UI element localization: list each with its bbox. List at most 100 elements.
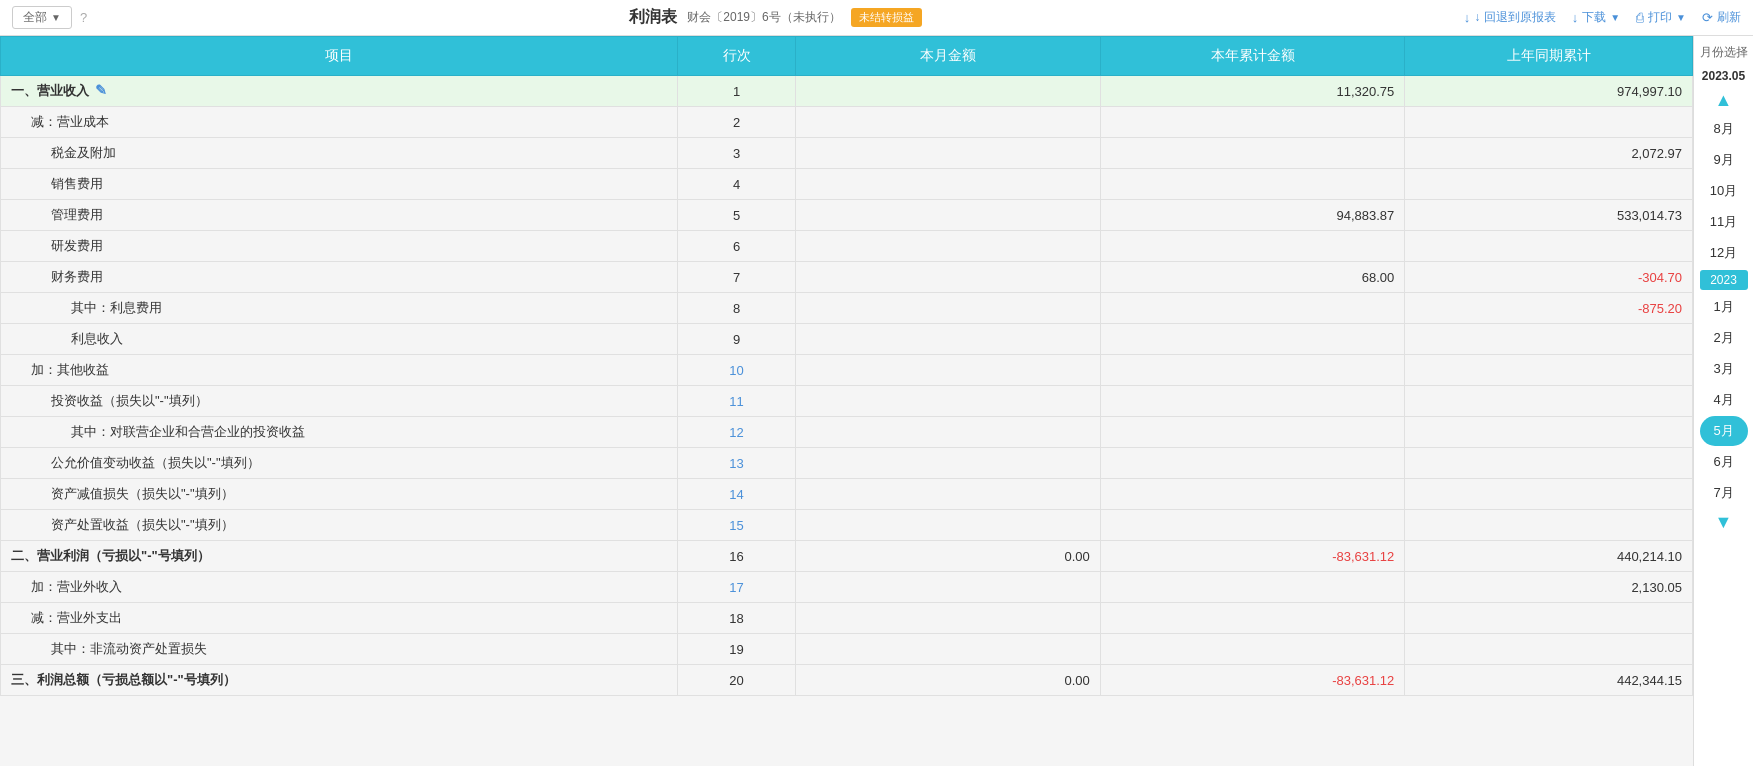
sidebar-month-10[interactable]: 5月	[1700, 416, 1748, 446]
sidebar-month-12[interactable]: 7月	[1700, 478, 1748, 508]
sidebar-month-0[interactable]: 8月	[1700, 114, 1748, 144]
td-row-14: 15	[677, 510, 795, 541]
sidebar-month-6[interactable]: 1月	[1700, 292, 1748, 322]
td-year-10	[1100, 386, 1405, 417]
td-month-11	[796, 417, 1101, 448]
report-title: 利润表	[629, 7, 677, 28]
td-item-11: 其中：对联营企业和合营企业的投资收益	[1, 417, 678, 448]
table-row: 加：营业外收入172,130.05	[1, 572, 1693, 603]
td-month-4	[796, 200, 1101, 231]
td-row-17: 18	[677, 603, 795, 634]
table-row: 研发费用6	[1, 231, 1693, 262]
td-lastyear-6: -304.70	[1405, 262, 1693, 293]
td-month-17	[796, 603, 1101, 634]
badge-unexec: 未结转损益	[851, 8, 922, 27]
table-area: 项目 行次 本月金额 本年累计金额 上年同期累计 一、营业收入✎111,320.…	[0, 36, 1693, 766]
edit-icon-0[interactable]: ✎	[95, 82, 107, 98]
td-row-11: 12	[677, 417, 795, 448]
td-lastyear-8	[1405, 324, 1693, 355]
refresh-icon: ⟳	[1702, 10, 1713, 25]
td-row-18: 19	[677, 634, 795, 665]
td-row-1: 2	[677, 107, 795, 138]
nav-print-button[interactable]: ⎙ 打印 ▼	[1636, 9, 1686, 26]
sidebar-month-11[interactable]: 6月	[1700, 447, 1748, 477]
table-row: 利息收入9	[1, 324, 1693, 355]
td-lastyear-9	[1405, 355, 1693, 386]
top-bar-right: ↓ ↓ 回退到原报表 ↓ 下载 ▼ ⎙ 打印 ▼ ⟳ 刷新	[1464, 9, 1741, 26]
td-lastyear-17	[1405, 603, 1693, 634]
td-item-19: 三、利润总额（亏损总额以"-"号填列）	[1, 665, 678, 696]
td-year-19: -83,631.12	[1100, 665, 1405, 696]
table-row: 资产处置收益（损失以"-"填列）15	[1, 510, 1693, 541]
td-lastyear-5	[1405, 231, 1693, 262]
table-row: 其中：非流动资产处置损失19	[1, 634, 1693, 665]
td-row-2: 3	[677, 138, 795, 169]
td-item-13: 资产减值损失（损失以"-"填列）	[1, 479, 678, 510]
td-month-7	[796, 293, 1101, 324]
td-lastyear-0: 974,997.10	[1405, 76, 1693, 107]
td-row-0: 1	[677, 76, 795, 107]
td-year-2	[1100, 138, 1405, 169]
help-icon[interactable]: ?	[80, 10, 87, 25]
td-month-18	[796, 634, 1101, 665]
table-row: 二、营业利润（亏损以"-"号填列）160.00-83,631.12440,214…	[1, 541, 1693, 572]
td-row-19: 20	[677, 665, 795, 696]
table-row: 管理费用594,883.87533,014.73	[1, 200, 1693, 231]
nav-download-button[interactable]: ↓ 下载 ▼	[1572, 9, 1620, 26]
td-row-4: 5	[677, 200, 795, 231]
report-subtitle: 财会〔2019〕6号（未执行）	[687, 9, 840, 26]
sidebar-months-container: 8月9月10月11月12月20231月2月3月4月5月6月7月	[1700, 113, 1748, 509]
td-lastyear-14	[1405, 510, 1693, 541]
td-month-13	[796, 479, 1101, 510]
table-header-row: 项目 行次 本月金额 本年累计金额 上年同期累计	[1, 37, 1693, 76]
td-item-8: 利息收入	[1, 324, 678, 355]
td-item-12: 公允价值变动收益（损失以"-"填列）	[1, 448, 678, 479]
td-item-9: 加：其他收益	[1, 355, 678, 386]
td-item-2: 税金及附加	[1, 138, 678, 169]
td-month-16	[796, 572, 1101, 603]
back-icon: ↓	[1464, 10, 1471, 25]
td-month-10	[796, 386, 1101, 417]
td-lastyear-19: 442,344.15	[1405, 665, 1693, 696]
sidebar-year-display: 2023.05	[1700, 65, 1747, 87]
td-month-6	[796, 262, 1101, 293]
td-item-18: 其中：非流动资产处置损失	[1, 634, 678, 665]
sidebar-month-2[interactable]: 10月	[1700, 176, 1748, 206]
td-year-1	[1100, 107, 1405, 138]
sidebar-month-3[interactable]: 11月	[1700, 207, 1748, 237]
nav-refresh-button[interactable]: ⟳ 刷新	[1702, 9, 1741, 26]
sidebar-month-9[interactable]: 4月	[1700, 385, 1748, 415]
td-month-1	[796, 107, 1101, 138]
th-year: 本年累计金额	[1100, 37, 1405, 76]
sidebar-month-5[interactable]: 2023	[1700, 270, 1748, 290]
report-table: 项目 行次 本月金额 本年累计金额 上年同期累计 一、营业收入✎111,320.…	[0, 36, 1693, 696]
td-row-6: 7	[677, 262, 795, 293]
td-item-6: 财务费用	[1, 262, 678, 293]
top-bar-center: 利润表 财会〔2019〕6号（未执行） 未结转损益	[629, 7, 921, 28]
td-year-18	[1100, 634, 1405, 665]
td-row-12: 13	[677, 448, 795, 479]
sidebar-month-8[interactable]: 3月	[1700, 354, 1748, 384]
table-row: 资产减值损失（损失以"-"填列）14	[1, 479, 1693, 510]
td-item-7: 其中：利息费用	[1, 293, 678, 324]
dropdown-all[interactable]: 全部 ▼	[12, 6, 72, 29]
nav-down-area: ▼	[1715, 513, 1733, 531]
td-year-17	[1100, 603, 1405, 634]
print-icon: ⎙	[1636, 10, 1644, 25]
td-item-0: 一、营业收入✎	[1, 76, 678, 107]
td-year-3	[1100, 169, 1405, 200]
nav-down-icon[interactable]: ▼	[1715, 513, 1733, 531]
td-lastyear-2: 2,072.97	[1405, 138, 1693, 169]
td-row-5: 6	[677, 231, 795, 262]
td-row-13: 14	[677, 479, 795, 510]
sidebar-month-7[interactable]: 2月	[1700, 323, 1748, 353]
td-year-6: 68.00	[1100, 262, 1405, 293]
nav-up-icon[interactable]: ▲	[1715, 91, 1733, 109]
table-row: 三、利润总额（亏损总额以"-"号填列）200.00-83,631.12442,3…	[1, 665, 1693, 696]
nav-back-button[interactable]: ↓ ↓ 回退到原报表	[1464, 9, 1556, 26]
sidebar-month-1[interactable]: 9月	[1700, 145, 1748, 175]
td-item-17: 减：营业外支出	[1, 603, 678, 634]
table-row: 财务费用7 68.00-304.70	[1, 262, 1693, 293]
sidebar-month-4[interactable]: 12月	[1700, 238, 1748, 268]
td-month-8	[796, 324, 1101, 355]
